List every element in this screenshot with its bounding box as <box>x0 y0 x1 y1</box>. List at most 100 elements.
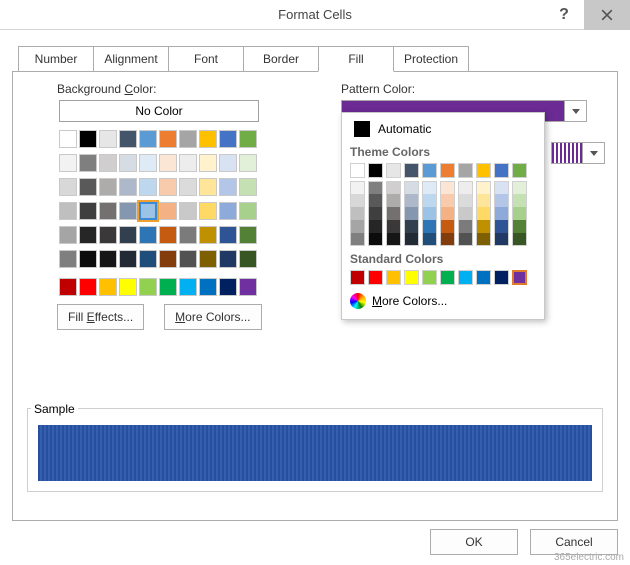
tab-font[interactable]: Font <box>168 46 244 72</box>
color-swatch[interactable] <box>476 163 491 178</box>
color-swatch[interactable] <box>239 178 257 196</box>
more-colors-button[interactable]: More Colors... <box>164 304 261 330</box>
color-swatch[interactable] <box>59 178 77 196</box>
color-swatch[interactable] <box>119 226 137 244</box>
fill-effects-button[interactable]: Fill Effects... <box>57 304 144 330</box>
color-swatch[interactable] <box>219 154 237 172</box>
color-swatch[interactable] <box>99 130 117 148</box>
color-swatch[interactable] <box>368 194 383 207</box>
color-swatch[interactable] <box>404 220 419 233</box>
color-swatch[interactable] <box>476 181 491 194</box>
color-swatch[interactable] <box>159 154 177 172</box>
color-swatch[interactable] <box>404 163 419 178</box>
color-swatch[interactable] <box>139 226 157 244</box>
color-swatch[interactable] <box>119 250 137 268</box>
color-swatch[interactable] <box>512 233 527 246</box>
color-swatch[interactable] <box>476 194 491 207</box>
color-swatch[interactable] <box>512 207 527 220</box>
color-swatch[interactable] <box>199 278 217 296</box>
color-swatch[interactable] <box>59 154 77 172</box>
help-button[interactable]: ? <box>544 0 584 30</box>
color-swatch[interactable] <box>350 207 365 220</box>
color-swatch[interactable] <box>219 178 237 196</box>
tab-number[interactable]: Number <box>18 46 94 72</box>
tab-alignment[interactable]: Alignment <box>93 46 169 72</box>
color-swatch[interactable] <box>139 130 157 148</box>
color-swatch[interactable] <box>79 278 97 296</box>
color-swatch[interactable] <box>386 194 401 207</box>
color-swatch[interactable] <box>404 181 419 194</box>
color-swatch[interactable] <box>350 233 365 246</box>
color-swatch[interactable] <box>219 202 237 220</box>
automatic-option[interactable]: Automatic <box>350 119 536 139</box>
color-swatch[interactable] <box>422 163 437 178</box>
color-swatch[interactable] <box>494 270 509 285</box>
color-swatch[interactable] <box>199 226 217 244</box>
color-swatch[interactable] <box>139 202 157 220</box>
color-swatch[interactable] <box>512 163 527 178</box>
color-swatch[interactable] <box>386 163 401 178</box>
tab-protection[interactable]: Protection <box>393 46 469 72</box>
color-swatch[interactable] <box>476 233 491 246</box>
color-swatch[interactable] <box>99 278 117 296</box>
color-swatch[interactable] <box>179 202 197 220</box>
color-swatch[interactable] <box>368 207 383 220</box>
color-swatch[interactable] <box>422 270 437 285</box>
color-swatch[interactable] <box>159 226 177 244</box>
color-swatch[interactable] <box>119 154 137 172</box>
color-swatch[interactable] <box>239 226 257 244</box>
color-swatch[interactable] <box>422 233 437 246</box>
color-swatch[interactable] <box>159 202 177 220</box>
color-swatch[interactable] <box>350 270 365 285</box>
color-swatch[interactable] <box>199 130 217 148</box>
color-swatch[interactable] <box>179 226 197 244</box>
color-swatch[interactable] <box>219 278 237 296</box>
color-swatch[interactable] <box>494 163 509 178</box>
color-swatch[interactable] <box>239 250 257 268</box>
color-swatch[interactable] <box>219 130 237 148</box>
color-swatch[interactable] <box>440 220 455 233</box>
color-swatch[interactable] <box>179 130 197 148</box>
close-button[interactable] <box>584 0 630 30</box>
color-swatch[interactable] <box>422 207 437 220</box>
color-swatch[interactable] <box>99 250 117 268</box>
color-swatch[interactable] <box>79 154 97 172</box>
color-swatch[interactable] <box>199 250 217 268</box>
color-swatch[interactable] <box>512 270 527 285</box>
color-swatch[interactable] <box>422 194 437 207</box>
color-swatch[interactable] <box>368 220 383 233</box>
color-swatch[interactable] <box>219 226 237 244</box>
color-swatch[interactable] <box>494 233 509 246</box>
color-swatch[interactable] <box>512 220 527 233</box>
color-swatch[interactable] <box>422 181 437 194</box>
color-swatch[interactable] <box>179 250 197 268</box>
color-swatch[interactable] <box>139 278 157 296</box>
color-swatch[interactable] <box>350 220 365 233</box>
color-swatch[interactable] <box>99 154 117 172</box>
color-swatch[interactable] <box>59 250 77 268</box>
color-swatch[interactable] <box>119 278 137 296</box>
color-swatch[interactable] <box>422 220 437 233</box>
color-swatch[interactable] <box>476 207 491 220</box>
color-swatch[interactable] <box>350 181 365 194</box>
color-swatch[interactable] <box>494 220 509 233</box>
color-swatch[interactable] <box>139 154 157 172</box>
color-swatch[interactable] <box>219 250 237 268</box>
color-swatch[interactable] <box>139 178 157 196</box>
color-swatch[interactable] <box>239 130 257 148</box>
color-swatch[interactable] <box>458 270 473 285</box>
color-swatch[interactable] <box>440 270 455 285</box>
color-swatch[interactable] <box>494 181 509 194</box>
ok-button[interactable]: OK <box>430 529 518 555</box>
color-swatch[interactable] <box>386 233 401 246</box>
color-swatch[interactable] <box>494 194 509 207</box>
color-swatch[interactable] <box>159 250 177 268</box>
color-swatch[interactable] <box>179 154 197 172</box>
color-swatch[interactable] <box>79 178 97 196</box>
color-swatch[interactable] <box>386 181 401 194</box>
color-swatch[interactable] <box>404 270 419 285</box>
color-swatch[interactable] <box>119 130 137 148</box>
color-swatch[interactable] <box>404 207 419 220</box>
color-swatch[interactable] <box>368 163 383 178</box>
color-swatch[interactable] <box>440 181 455 194</box>
